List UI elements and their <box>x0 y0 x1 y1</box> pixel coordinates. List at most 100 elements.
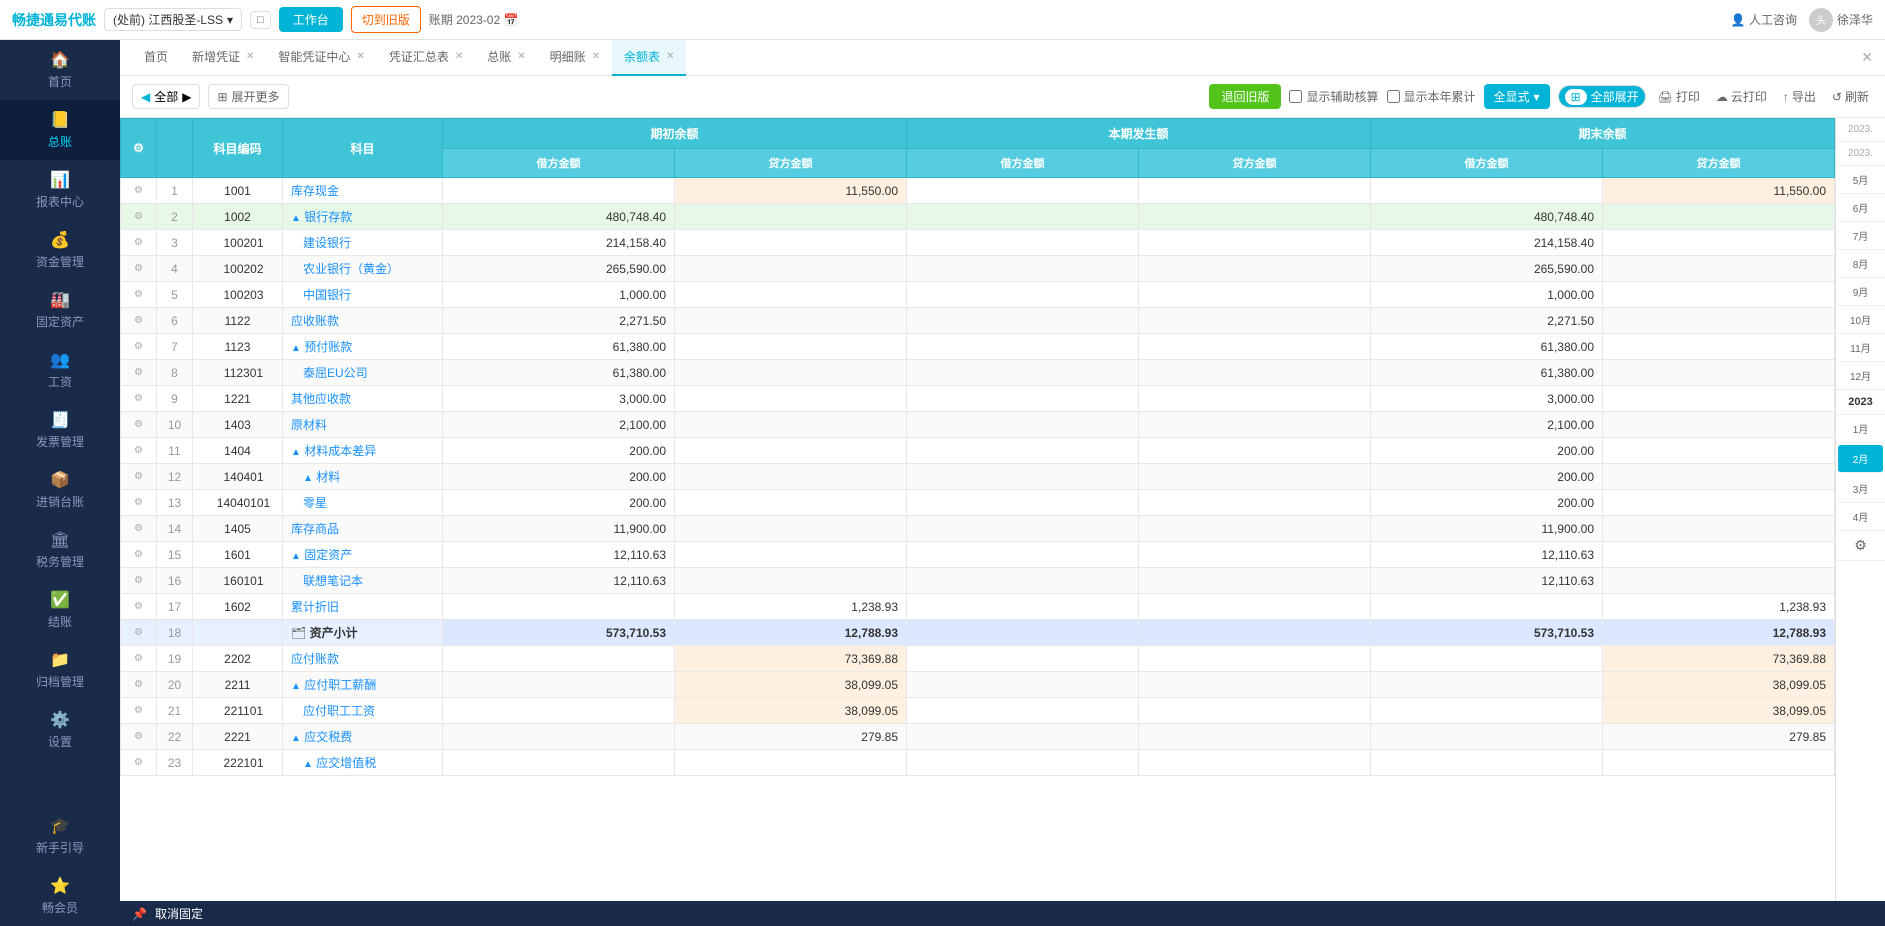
auxiliary-checkbox-input[interactable] <box>1289 90 1302 103</box>
row-name-link[interactable]: 应付职工薪酬 <box>304 678 376 692</box>
sidebar-item-guide[interactable]: 🎓 新手引导 <box>0 806 120 866</box>
cloud-print-button[interactable]: ☁ 云打印 <box>1712 86 1771 107</box>
row-name-link[interactable]: 应收账款 <box>291 314 339 328</box>
sidebar-item-ledger[interactable]: 📒 总账 <box>0 100 120 160</box>
row-setting[interactable]: ⚙ <box>121 724 157 750</box>
tab-detail[interactable]: 明细账 ✕ <box>538 40 612 76</box>
row-name-link[interactable]: 应付职工工资 <box>303 704 375 718</box>
row-name-link[interactable]: 泰屈EU公司 <box>303 366 368 380</box>
sidebar-item-member[interactable]: ⭐ 畅会员 <box>0 866 120 926</box>
row-setting[interactable]: ⚙ <box>121 256 157 282</box>
row-name-link[interactable]: 中国银行 <box>303 288 351 302</box>
tab-ledger-close[interactable]: ✕ <box>517 51 525 62</box>
row-setting[interactable]: ⚙ <box>121 646 157 672</box>
row-name-link[interactable]: 库存现金 <box>291 184 339 198</box>
tab-home[interactable]: 首页 <box>132 40 180 76</box>
expand-toggle[interactable]: ⊞ 全部展开 <box>1558 85 1646 108</box>
panel-month-8[interactable]: 8月 <box>1836 250 1885 278</box>
tab-ledger[interactable]: 总账 ✕ <box>475 40 537 76</box>
sidebar-item-tax[interactable]: 🏛 税务管理 <box>0 520 120 580</box>
sidebar-item-archive[interactable]: 📁 归档管理 <box>0 640 120 700</box>
sidebar-item-capital[interactable]: 💰 资金管理 <box>0 220 120 280</box>
row-name-link[interactable]: 应交增值税 <box>316 756 376 770</box>
panel-month-2[interactable]: 2月 <box>1838 445 1883 473</box>
panel-settings-icon[interactable]: ⚙ <box>1836 531 1885 561</box>
panel-month-9[interactable]: 9月 <box>1836 278 1885 306</box>
panel-month-12[interactable]: 12月 <box>1836 362 1885 390</box>
panel-month-6[interactable]: 6月 <box>1836 194 1885 222</box>
row-setting[interactable]: ⚙ <box>121 334 157 360</box>
row-setting[interactable]: ⚙ <box>121 230 157 256</box>
tab-add-voucher[interactable]: 新增凭证 ✕ <box>180 40 266 76</box>
user-info[interactable]: 头 徐泽华 <box>1809 8 1873 32</box>
export-button[interactable]: ↑ 导出 <box>1779 86 1820 107</box>
row-setting[interactable]: ⚙ <box>121 490 157 516</box>
tab-add-voucher-close[interactable]: ✕ <box>246 51 254 62</box>
tab-smart-check[interactable]: 智能凭证中心 ✕ <box>266 40 376 76</box>
row-setting[interactable]: ⚙ <box>121 308 157 334</box>
tab-balance[interactable]: 余额表 ✕ <box>612 40 686 76</box>
row-setting[interactable]: ⚙ <box>121 204 157 230</box>
expand-button[interactable]: ⊞ 展开更多 <box>208 84 288 109</box>
ytd-checkbox-input[interactable] <box>1387 90 1400 103</box>
tab-smart-check-close[interactable]: ✕ <box>356 51 364 62</box>
show-auxiliary-checkbox[interactable]: 显示辅助核算 <box>1289 88 1378 105</box>
row-name-link[interactable]: 材料 <box>316 470 340 484</box>
row-setting[interactable]: ⚙ <box>121 178 157 204</box>
panel-month-1[interactable]: 1月 <box>1836 415 1885 443</box>
row-name-link[interactable]: 固定资产 <box>304 548 352 562</box>
consult-link[interactable]: 👤 人工咨询 <box>1731 11 1797 28</box>
row-setting[interactable]: ⚙ <box>121 412 157 438</box>
panel-month-10[interactable]: 10月 <box>1836 306 1885 334</box>
row-name-link[interactable]: 累计折旧 <box>291 600 339 614</box>
row-name-link[interactable]: 应交税费 <box>304 730 352 744</box>
row-name-link[interactable]: 库存商品 <box>291 522 339 536</box>
row-name-link[interactable]: 农业银行（黄金） <box>303 262 399 276</box>
row-name-link[interactable]: 预付账款 <box>304 340 352 354</box>
panel-month-11[interactable]: 11月 <box>1836 334 1885 362</box>
panel-month-5[interactable]: 5月 <box>1836 166 1885 194</box>
row-setting[interactable]: ⚙ <box>121 620 157 646</box>
row-setting[interactable]: ⚙ <box>121 282 157 308</box>
sidebar-item-settings[interactable]: ⚙️ 设置 <box>0 700 120 760</box>
sidebar-item-reports[interactable]: 📊 报表中心 <box>0 160 120 220</box>
copy-button[interactable]: □ <box>250 11 271 29</box>
sidebar-item-home[interactable]: 🏠 首页 <box>0 40 120 100</box>
row-setting[interactable]: ⚙ <box>121 698 157 724</box>
row-name-link[interactable]: 建设银行 <box>303 236 351 250</box>
tab-detail-close[interactable]: ✕ <box>592 51 600 62</box>
print-button[interactable]: 🖨 打印 <box>1654 86 1704 107</box>
company-selector[interactable]: (处前) 江西股圣-LSS ▾ <box>104 8 242 31</box>
row-setting[interactable]: ⚙ <box>121 516 157 542</box>
refresh-button[interactable]: ↺ 刷新 <box>1828 86 1873 107</box>
sidebar-item-payroll[interactable]: 👥 工资 <box>0 340 120 400</box>
show-ytd-checkbox[interactable]: 显示本年累计 <box>1387 88 1476 105</box>
tab-voucher-summary-close[interactable]: ✕ <box>455 51 463 62</box>
tab-balance-close[interactable]: ✕ <box>666 51 674 62</box>
filter-selector[interactable]: ◀ 全部 ▶ <box>132 84 200 109</box>
sidebar-item-invoice[interactable]: 🧾 发票管理 <box>0 400 120 460</box>
calendar-icon[interactable]: 📅 <box>503 13 518 27</box>
table-container[interactable]: ⚙ 科目编码 科目 期初余额 本期发生额 期末余额 借方金额 贷方金额 借方金额 <box>120 118 1835 901</box>
work-button[interactable]: 工作台 <box>279 7 343 32</box>
panel-month-4[interactable]: 4月 <box>1836 503 1885 531</box>
row-setting[interactable]: ⚙ <box>121 464 157 490</box>
row-setting[interactable]: ⚙ <box>121 750 157 776</box>
row-name-link[interactable]: 零星 <box>303 496 327 510</box>
sidebar-item-settlement[interactable]: ✅ 结账 <box>0 580 120 640</box>
row-setting[interactable]: ⚙ <box>121 672 157 698</box>
row-setting[interactable]: ⚙ <box>121 386 157 412</box>
row-name-link[interactable]: 原材料 <box>291 418 327 432</box>
switch-button[interactable]: 切到旧版 <box>351 6 421 33</box>
sidebar-item-fixed-assets[interactable]: 🏭 固定资产 <box>0 280 120 340</box>
row-setting[interactable]: ⚙ <box>121 594 157 620</box>
return-old-version-button[interactable]: 退回旧版 <box>1209 84 1281 109</box>
row-setting[interactable]: ⚙ <box>121 360 157 386</box>
row-setting[interactable]: ⚙ <box>121 542 157 568</box>
panel-month-7[interactable]: 7月 <box>1836 222 1885 250</box>
global-close-button[interactable]: ✕ <box>1861 49 1873 66</box>
full-mode-button[interactable]: 全显式 ▾ <box>1484 84 1550 109</box>
panel-month-3[interactable]: 3月 <box>1836 475 1885 503</box>
row-name-link[interactable]: 材料成本差异 <box>304 444 376 458</box>
row-name-link[interactable]: 应付账款 <box>291 652 339 666</box>
